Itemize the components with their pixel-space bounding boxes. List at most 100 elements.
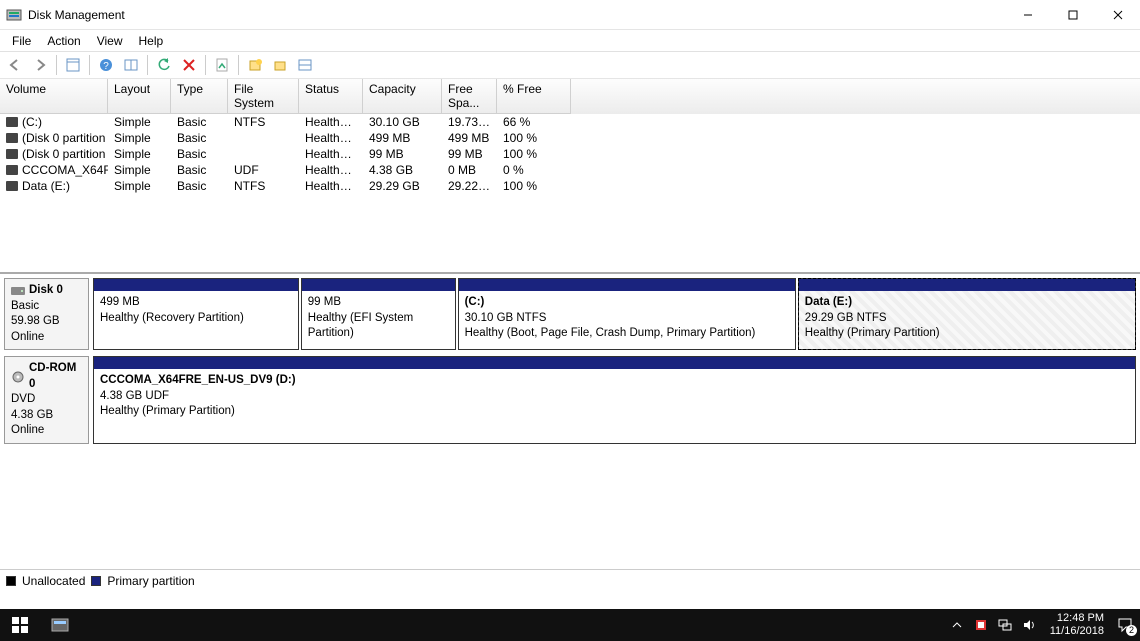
volume-fs (228, 146, 299, 162)
disk-icon (11, 371, 25, 383)
clock-time: 12:48 PM (1050, 612, 1104, 625)
explore-volume-button[interactable] (294, 54, 316, 76)
minimize-button[interactable] (1005, 0, 1050, 29)
partition[interactable]: 499 MB Healthy (Recovery Partition) (93, 278, 299, 350)
volume-status: Healthy (P... (299, 162, 363, 178)
partition-title: (C:) (465, 296, 485, 308)
volume-row[interactable]: CCCOMA_X64FRE...SimpleBasicUDFHealthy (P… (0, 162, 1140, 178)
properties-button[interactable] (211, 54, 233, 76)
partition[interactable]: (C:) 30.10 GB NTFS Healthy (Boot, Page Fil… (458, 278, 796, 350)
disk-info[interactable]: Disk 0Basic59.98 GBOnline (4, 278, 89, 350)
refresh-button[interactable] (153, 54, 175, 76)
volume-type: Basic (171, 114, 228, 130)
volume-name: (Disk 0 partition 1) (22, 131, 108, 145)
system-tray[interactable]: 12:48 PM 11/16/2018 2 (942, 612, 1140, 637)
col-status[interactable]: Status (299, 79, 363, 114)
maximize-button[interactable] (1050, 0, 1095, 29)
legend-unallocated-label: Unallocated (22, 574, 85, 588)
open-volume-button[interactable] (269, 54, 291, 76)
partition-size: 99 MB (308, 296, 341, 308)
col-type[interactable]: Type (171, 79, 228, 114)
show-hide-console-button[interactable] (62, 54, 84, 76)
taskbar[interactable]: 12:48 PM 11/16/2018 2 (0, 609, 1140, 641)
volume-capacity: 29.29 GB (363, 178, 442, 194)
window-title: Disk Management (28, 8, 125, 22)
menu-file[interactable]: File (4, 32, 39, 50)
volume-icon (6, 181, 18, 191)
titlebar[interactable]: Disk Management (0, 0, 1140, 30)
taskbar-clock[interactable]: 12:48 PM 11/16/2018 (1044, 612, 1110, 637)
partition-status: Healthy (Primary Partition) (100, 405, 235, 417)
volume-status: Healthy (E... (299, 146, 363, 162)
volume-list-header[interactable]: Volume Layout Type File System Status Ca… (0, 79, 1140, 114)
forward-button[interactable] (29, 54, 51, 76)
tray-action-center-icon[interactable]: 2 (1116, 616, 1134, 634)
menu-view[interactable]: View (89, 32, 131, 50)
tray-chevron-up-icon[interactable] (948, 616, 966, 634)
clock-date: 11/16/2018 (1050, 625, 1104, 638)
partition[interactable]: Data (E:)29.29 GB NTFSHealthy (Primary P… (798, 278, 1136, 350)
partition-size: 499 MB (100, 296, 140, 308)
volume-fs: NTFS (228, 114, 299, 130)
volume-name: Data (E:) (22, 179, 70, 193)
volume-list[interactable]: Volume Layout Type File System Status Ca… (0, 79, 1140, 274)
task-disk-management[interactable] (40, 609, 80, 641)
help-button[interactable]: ? (95, 54, 117, 76)
partition-size: 30.10 GB NTFS (465, 312, 547, 324)
tray-volume-icon[interactable] (1020, 616, 1038, 634)
volume-row[interactable]: (C:)SimpleBasicNTFSHealthy (B...30.10 GB… (0, 114, 1140, 130)
close-button[interactable] (1095, 0, 1140, 29)
volume-row[interactable]: Data (E:)SimpleBasicNTFSHealthy (P...29.… (0, 178, 1140, 194)
volume-free: 499 MB (442, 130, 497, 146)
partition-status: Healthy (Recovery Partition) (100, 312, 244, 324)
volume-layout: Simple (108, 178, 171, 194)
volume-icon (6, 117, 18, 127)
toolbar: ? (0, 51, 1140, 79)
menu-help[interactable]: Help (131, 32, 172, 50)
disk-label: CD-ROM 0 (29, 361, 82, 392)
volume-type: Basic (171, 162, 228, 178)
volume-layout: Simple (108, 162, 171, 178)
volume-pctfree: 100 % (497, 130, 571, 146)
volume-name: CCCOMA_X64FRE... (22, 163, 108, 177)
volume-free: 0 MB (442, 162, 497, 178)
disk-info[interactable]: CD-ROM 0DVD4.38 GBOnline (4, 356, 89, 444)
settings-tabview-button[interactable] (120, 54, 142, 76)
volume-type: Basic (171, 178, 228, 194)
tray-security-icon[interactable] (972, 616, 990, 634)
partition-status: Healthy (EFI System Partition) (308, 312, 413, 340)
disk-status: Online (11, 330, 82, 346)
tray-network-icon[interactable] (996, 616, 1014, 634)
volume-type: Basic (171, 130, 228, 146)
volume-icon (6, 133, 18, 143)
legend-primary-label: Primary partition (107, 574, 194, 588)
partition[interactable]: CCCOMA_X64FRE_EN-US_DV9 (D:) 4.38 GB UDF H… (93, 356, 1136, 444)
volume-layout: Simple (108, 146, 171, 162)
volume-icon (6, 149, 18, 159)
svg-text:?: ? (103, 61, 109, 72)
col-capacity[interactable]: Capacity (363, 79, 442, 114)
new-volume-button[interactable] (244, 54, 266, 76)
disk-graph-pane[interactable]: Disk 0Basic59.98 GBOnline 499 MB Healthy (… (0, 274, 1140, 569)
col-layout[interactable]: Layout (108, 79, 171, 114)
disk-row: Disk 0Basic59.98 GBOnline 499 MB Healthy (… (4, 278, 1136, 350)
partition-status: Healthy (Boot, Page File, Crash Dump, Pr… (465, 327, 756, 339)
volume-name: (C:) (22, 115, 42, 129)
col-filesystem[interactable]: File System (228, 79, 299, 114)
volume-pctfree: 0 % (497, 162, 571, 178)
partition-title: CCCOMA_X64FRE_EN-US_DV9 (D:) (100, 374, 296, 386)
col-pctfree[interactable]: % Free (497, 79, 571, 114)
col-volume[interactable]: Volume (0, 79, 108, 114)
col-freespace[interactable]: Free Spa... (442, 79, 497, 114)
volume-row[interactable]: (Disk 0 partition 1)SimpleBasicHealthy (… (0, 130, 1140, 146)
partition[interactable]: 99 MB Healthy (EFI System Partition) (301, 278, 456, 350)
start-button[interactable] (0, 609, 40, 641)
menu-action[interactable]: Action (39, 32, 88, 50)
partition-size: 4.38 GB UDF (100, 390, 169, 402)
disk-size: 4.38 GB (11, 408, 82, 424)
volume-row[interactable]: (Disk 0 partition 2)SimpleBasicHealthy (… (0, 146, 1140, 162)
back-button[interactable] (4, 54, 26, 76)
volume-capacity: 4.38 GB (363, 162, 442, 178)
partition-bar (94, 357, 1135, 369)
delete-button[interactable] (178, 54, 200, 76)
